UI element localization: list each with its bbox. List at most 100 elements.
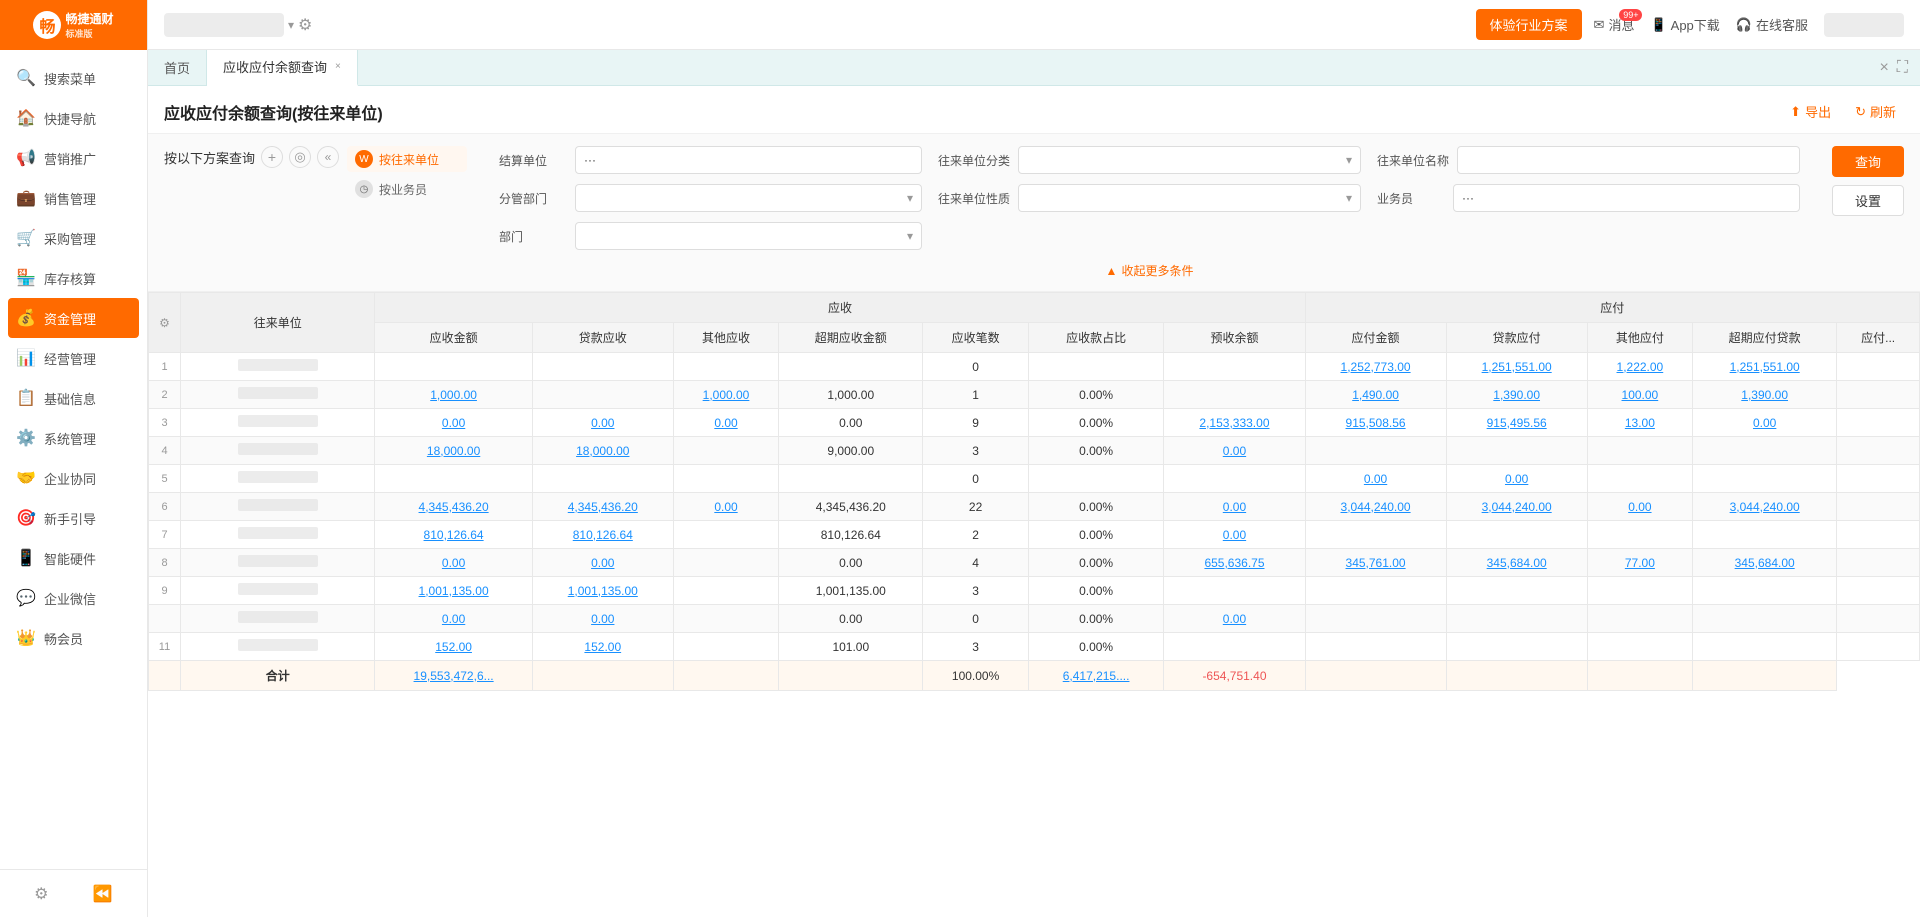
- sidebar-item-base[interactable]: 📋 基础信息: [0, 378, 147, 418]
- sidebar-settings-icon[interactable]: ⚙: [34, 884, 48, 904]
- sidebar-item-system[interactable]: ⚙️ 系统管理: [0, 418, 147, 458]
- settings-btn[interactable]: 设置: [1832, 185, 1904, 216]
- online-service-btn[interactable]: 🎧 在线客服: [1736, 15, 1808, 34]
- cell-link[interactable]: 0.00: [591, 416, 614, 430]
- cell-link[interactable]: 0.00: [714, 416, 737, 430]
- sidebar-item-purchase[interactable]: 🛒 采购管理: [0, 218, 147, 258]
- cell-link[interactable]: 1,251,551.00: [1730, 360, 1800, 374]
- filter-department-chevron: ▾: [907, 229, 913, 243]
- scheme-partner[interactable]: W 按往来单位: [347, 146, 467, 172]
- cell-link[interactable]: 345,761.00: [1346, 556, 1406, 570]
- breadcrumb-chevron[interactable]: ▾: [288, 18, 294, 32]
- cell-link[interactable]: 1,001,135.00: [568, 584, 638, 598]
- cell-link[interactable]: 0.00: [1223, 612, 1246, 626]
- app-download-btn[interactable]: 📱 App下载: [1650, 15, 1719, 34]
- sidebar-item-wechat[interactable]: 💬 企业微信: [0, 578, 147, 618]
- cell-link[interactable]: 18,000.00: [576, 444, 629, 458]
- cell-link[interactable]: 915,495.56: [1487, 416, 1547, 430]
- cell-link[interactable]: 1,490.00: [1352, 388, 1399, 402]
- sidebar-item-finance[interactable]: 💰 资金管理: [8, 298, 139, 338]
- window-close-icon[interactable]: ×: [1879, 59, 1888, 77]
- cell-link[interactable]: 1,252,773.00: [1341, 360, 1411, 374]
- cell-link[interactable]: 13.00: [1625, 416, 1655, 430]
- cell-link[interactable]: 4,345,436.20: [568, 500, 638, 514]
- cell-link[interactable]: 0.00: [442, 416, 465, 430]
- cell-link[interactable]: 77.00: [1625, 556, 1655, 570]
- sidebar-item-search[interactable]: 🔍 搜索菜单: [0, 58, 147, 98]
- cell-link[interactable]: 0.00: [442, 556, 465, 570]
- tab-close-icon[interactable]: ×: [335, 61, 341, 72]
- scheme-salesman[interactable]: ◷ 按业务员: [347, 176, 467, 202]
- cell-link[interactable]: 1,390.00: [1493, 388, 1540, 402]
- refresh-btn[interactable]: ↻ 刷新: [1847, 98, 1904, 125]
- cell-link[interactable]: 3,044,240.00: [1482, 500, 1552, 514]
- cell-link[interactable]: 100.00: [1622, 388, 1659, 402]
- sidebar-item-inventory[interactable]: 🏪 库存核算: [0, 258, 147, 298]
- cell-link[interactable]: 345,684.00: [1487, 556, 1547, 570]
- cell-link[interactable]: 1,222.00: [1617, 360, 1664, 374]
- filter-settlement-input[interactable]: ···: [575, 146, 922, 174]
- cell-link[interactable]: 915,508.56: [1346, 416, 1406, 430]
- filter-salesman-input[interactable]: ···: [1453, 184, 1800, 212]
- cell-link[interactable]: 0.00: [1364, 472, 1387, 486]
- cell-link[interactable]: 1,000.00: [703, 388, 750, 402]
- filter-field-department: 部门 ▾: [499, 222, 922, 250]
- filter-partner-nature-input[interactable]: ▾: [1018, 184, 1361, 212]
- cell-link[interactable]: 0.00: [1753, 416, 1776, 430]
- sidebar-item-sales[interactable]: 💼 销售管理: [0, 178, 147, 218]
- cell-link[interactable]: 810,126.64: [424, 528, 484, 542]
- sidebar-item-enterprise[interactable]: 🤝 企业协同: [0, 458, 147, 498]
- cell-link[interactable]: 0.00: [442, 612, 465, 626]
- filter-settings-btn[interactable]: ◎: [289, 146, 311, 168]
- filter-collapse-bar[interactable]: ▲ 收起更多条件: [499, 256, 1800, 279]
- cell-link[interactable]: 0.00: [1223, 528, 1246, 542]
- cell-link[interactable]: 0.00: [591, 612, 614, 626]
- cell-link[interactable]: 0.00: [1628, 500, 1651, 514]
- user-avatar[interactable]: [1824, 13, 1904, 37]
- cell-link[interactable]: 655,636.75: [1204, 556, 1264, 570]
- table-settings-icon[interactable]: ⚙: [159, 316, 170, 330]
- query-btn[interactable]: 查询: [1832, 146, 1904, 177]
- message-btn[interactable]: ✉ 消息 99+: [1594, 15, 1635, 34]
- sidebar-item-nav[interactable]: 🏠 快捷导航: [0, 98, 147, 138]
- sidebar-item-vip[interactable]: 👑 畅会员: [0, 618, 147, 658]
- filter-collapse-btn[interactable]: «: [317, 146, 339, 168]
- cell-link[interactable]: 0.00: [1223, 500, 1246, 514]
- cell-link[interactable]: 345,684.00: [1735, 556, 1795, 570]
- filter-department-input[interactable]: ▾: [575, 222, 922, 250]
- filter-dept-label: 分管部门: [499, 190, 567, 207]
- cell-link[interactable]: 0.00: [1223, 444, 1246, 458]
- cell-link[interactable]: 3,044,240.00: [1730, 500, 1800, 514]
- cell-link[interactable]: 4,345,436.20: [419, 500, 489, 514]
- sidebar-item-hardware[interactable]: 📱 智能硬件: [0, 538, 147, 578]
- sidebar-collapse-icon[interactable]: ⏪: [93, 884, 113, 904]
- export-btn[interactable]: ⬆ 导出: [1782, 98, 1839, 125]
- cell-link[interactable]: 1,390.00: [1741, 388, 1788, 402]
- tab-home[interactable]: 首页: [148, 50, 207, 86]
- cell-link[interactable]: 810,126.64: [573, 528, 633, 542]
- sidebar-item-marketing[interactable]: 📢 营销推广: [0, 138, 147, 178]
- sidebar-item-guide[interactable]: 🎯 新手引导: [0, 498, 147, 538]
- cell-link[interactable]: 152.00: [584, 640, 621, 654]
- tab-active[interactable]: 应收应付余额查询 ×: [207, 50, 358, 86]
- row-ar-overdue: 101.00: [779, 633, 923, 661]
- cell-link[interactable]: 152.00: [435, 640, 472, 654]
- window-expand-icon[interactable]: ⛶: [1897, 59, 1908, 77]
- cell-link[interactable]: 2,153,333.00: [1199, 416, 1269, 430]
- cell-link[interactable]: 0.00: [1505, 472, 1528, 486]
- cell-link[interactable]: 18,000.00: [427, 444, 480, 458]
- sidebar-item-operation[interactable]: 📊 经营管理: [0, 338, 147, 378]
- cell-link[interactable]: 0.00: [714, 500, 737, 514]
- filter-add-btn[interactable]: +: [261, 146, 283, 168]
- cell-link[interactable]: 0.00: [591, 556, 614, 570]
- cell-link[interactable]: 1,000.00: [430, 388, 477, 402]
- filter-partner-type-input[interactable]: ▾: [1018, 146, 1361, 174]
- cell-link[interactable]: 3,044,240.00: [1341, 500, 1411, 514]
- row-ap-extra: [1837, 381, 1920, 409]
- topbar-gear-icon[interactable]: ⚙: [298, 15, 312, 35]
- trial-btn[interactable]: 体验行业方案: [1476, 9, 1582, 40]
- filter-partner-name-input[interactable]: [1457, 146, 1800, 174]
- filter-dept-input[interactable]: ▾: [575, 184, 922, 212]
- cell-link[interactable]: 1,001,135.00: [419, 584, 489, 598]
- cell-link[interactable]: 1,251,551.00: [1482, 360, 1552, 374]
